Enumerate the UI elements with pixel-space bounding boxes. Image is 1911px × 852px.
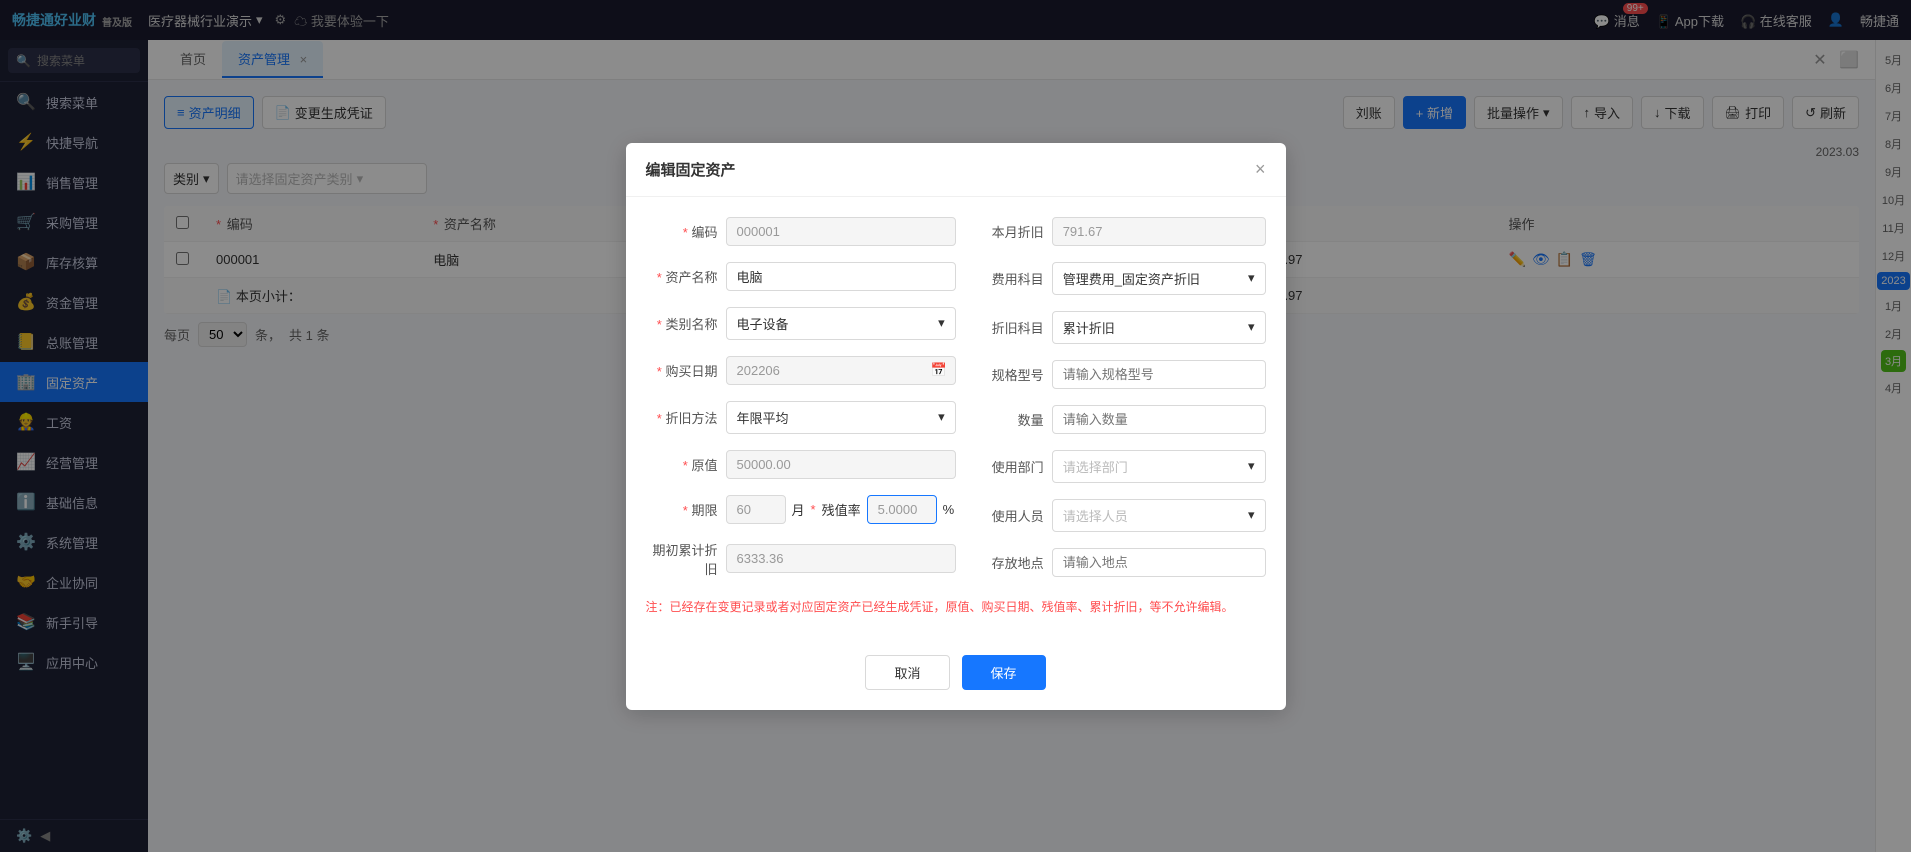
dep-subject-arrow: ▾: [1248, 319, 1255, 335]
field-dep-subject: 折旧科目 累计折旧 ▾: [972, 311, 1266, 344]
modal-right-col: 本月折旧 费用科目 管理费用_固定资产折旧 ▾ 折旧科目 累计折旧: [972, 217, 1266, 594]
field-initial-accumulated: 期初累计折旧: [646, 540, 956, 578]
modal-footer: 取消 保存: [626, 647, 1286, 710]
residual-rate-label: 残值率: [822, 500, 861, 519]
category-select[interactable]: 电子设备 ▾: [726, 307, 956, 340]
field-quantity: 数量: [972, 405, 1266, 434]
expense-subject-select[interactable]: 管理费用_固定资产折旧 ▾: [1052, 262, 1266, 295]
percent-sign: %: [943, 502, 955, 517]
edit-asset-modal: 编辑固定资产 × * 编码 * 资产: [626, 143, 1286, 710]
user-arrow: ▾: [1248, 507, 1255, 523]
initial-accumulated-input[interactable]: [726, 544, 956, 573]
field-spec-model: 规格型号: [972, 360, 1266, 389]
field-category-name: * 类别名称 电子设备 ▾: [646, 307, 956, 340]
field-purchase-date: * 购买日期 📅: [646, 356, 956, 385]
field-asset-name: * 资产名称: [646, 262, 956, 291]
field-expense-subject: 费用科目 管理费用_固定资产折旧 ▾: [972, 262, 1266, 295]
original-value-input[interactable]: [726, 450, 956, 479]
field-original-value: * 原值: [646, 450, 956, 479]
modal-title: 编辑固定资产: [646, 159, 736, 180]
purchase-date-input[interactable]: [727, 357, 923, 384]
modal-note: 注：已经存在变更记录或者对应固定资产已经生成凭证，原值、购买日期、残值率、累计折…: [646, 594, 1266, 627]
category-select-arrow: ▾: [938, 315, 945, 331]
monthly-dep-input: [1052, 217, 1266, 246]
modal-header: 编辑固定资产 ×: [626, 143, 1286, 197]
asset-name-input[interactable]: [726, 262, 956, 291]
depreciation-arrow: ▾: [938, 409, 945, 425]
cancel-button[interactable]: 取消: [865, 655, 949, 690]
code-input[interactable]: [726, 217, 956, 246]
field-location: 存放地点: [972, 548, 1266, 577]
location-input[interactable]: [1052, 548, 1266, 577]
modal-close-btn[interactable]: ×: [1255, 159, 1266, 180]
depreciation-select[interactable]: 年限平均 ▾: [726, 401, 956, 434]
department-select[interactable]: 请选择部门 ▾: [1052, 450, 1266, 483]
dep-subject-select[interactable]: 累计折旧 ▾: [1052, 311, 1266, 344]
field-period: * 期限 月 * 残值率 %: [646, 495, 956, 524]
field-user: 使用人员 请选择人员 ▾: [972, 499, 1266, 532]
spec-model-input[interactable]: [1052, 360, 1266, 389]
user-select[interactable]: 请选择人员 ▾: [1052, 499, 1266, 532]
save-button[interactable]: 保存: [962, 655, 1046, 690]
period-unit: 月: [792, 500, 805, 519]
field-department: 使用部门 请选择部门 ▾: [972, 450, 1266, 483]
modal-overlay: 编辑固定资产 × * 编码 * 资产: [0, 0, 1911, 852]
modal-body: * 编码 * 资产名称 *: [626, 197, 1286, 647]
period-input[interactable]: [726, 495, 786, 524]
dept-arrow: ▾: [1248, 458, 1255, 474]
field-code: * 编码: [646, 217, 956, 246]
residual-rate-input[interactable]: [867, 495, 937, 524]
expense-subject-arrow: ▾: [1248, 270, 1255, 286]
quantity-input[interactable]: [1052, 405, 1266, 434]
field-depreciation-method: * 折旧方法 年限平均 ▾: [646, 401, 956, 434]
modal-form-grid: * 编码 * 资产名称 *: [646, 217, 1266, 594]
modal-left-col: * 编码 * 资产名称 *: [646, 217, 956, 594]
calendar-icon: 📅: [923, 362, 955, 378]
field-monthly-dep: 本月折旧: [972, 217, 1266, 246]
